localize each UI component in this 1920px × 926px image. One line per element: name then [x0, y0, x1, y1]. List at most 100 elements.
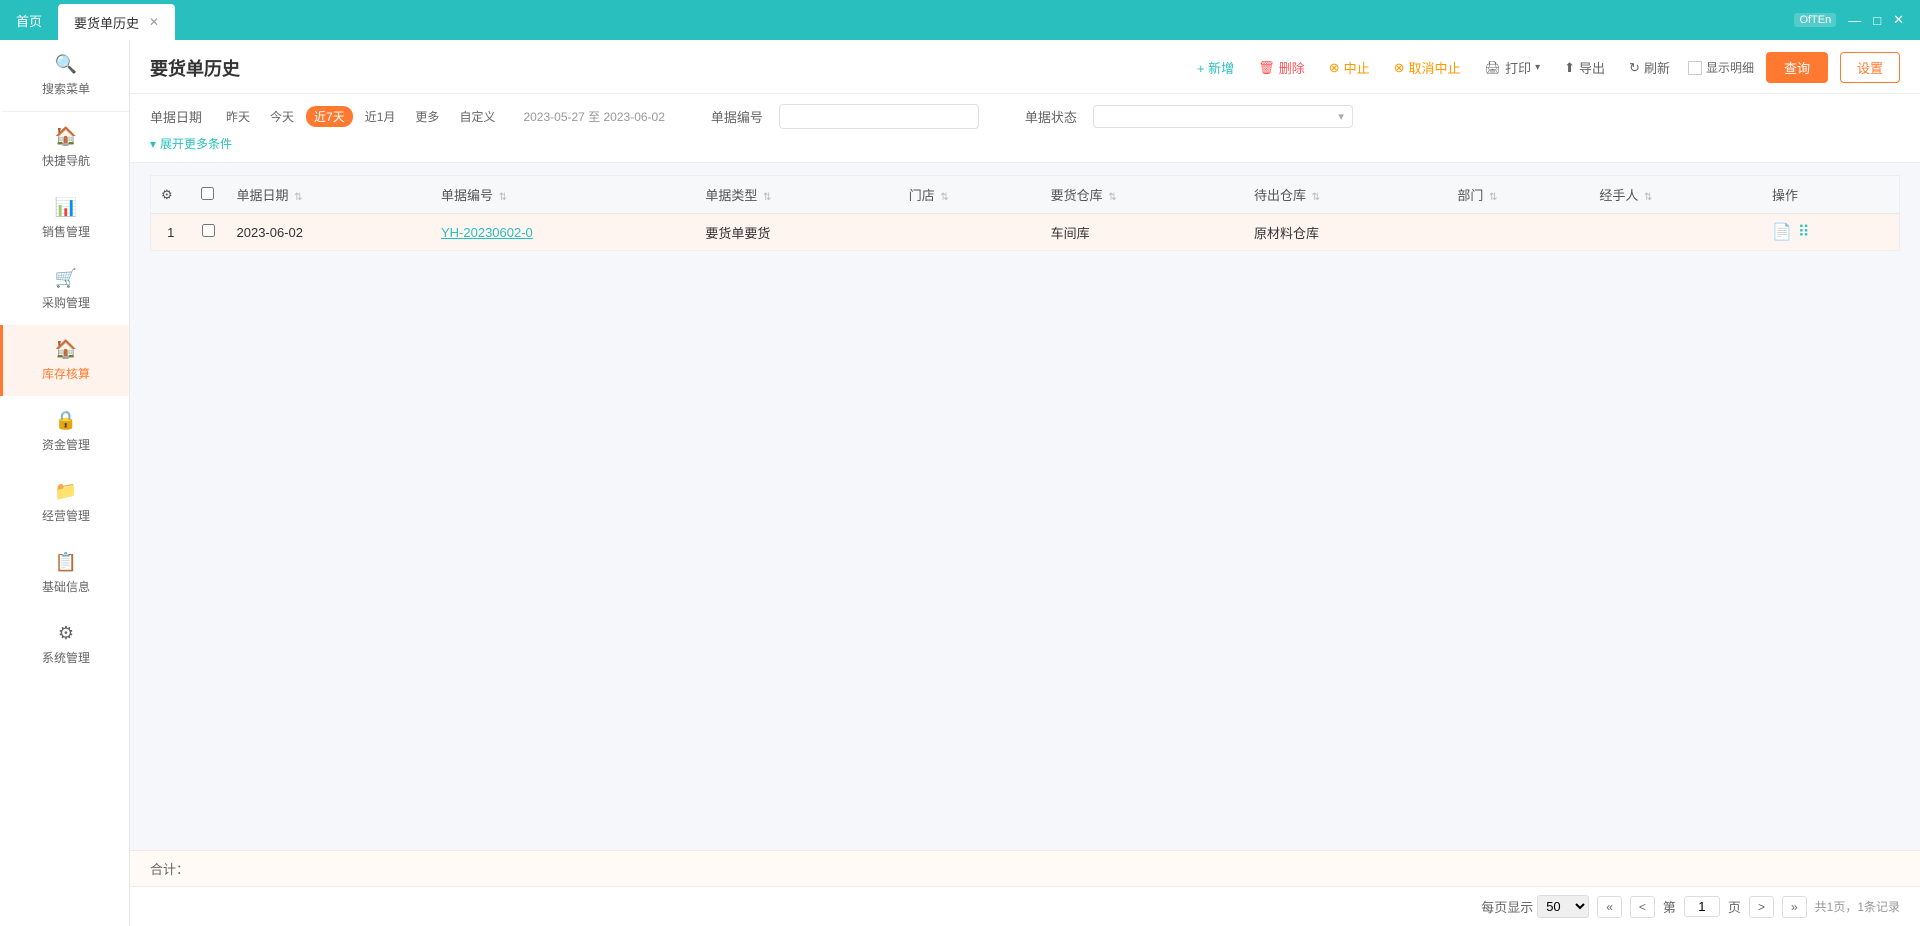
td-action: 📄 ⠿	[1762, 214, 1900, 251]
refresh-button[interactable]: ↻ 刷新	[1623, 54, 1676, 81]
expand-more-btn[interactable]: ▾ 展开更多条件	[150, 135, 1900, 152]
inventory-icon: 🏠	[55, 339, 77, 360]
finance-icon: 🔒	[55, 410, 77, 431]
page-input[interactable]	[1684, 896, 1720, 917]
sidebar-label-operations: 经营管理	[42, 507, 90, 524]
top-bar-right: OfTEn — □ ✕	[1794, 12, 1920, 28]
sidebar-item-finance[interactable]: 🔒 资金管理	[0, 396, 129, 467]
main-content: 要货单历史 + 新增 🗑 删除 ⊗ 中止 ⊗ 取消中止 🖨	[130, 40, 1920, 926]
page-size-wrap: 每页显示 20 50 100	[1481, 895, 1589, 918]
th-dept: 部门 ⇅	[1447, 176, 1589, 214]
doc-no-link[interactable]: YH-20230602-0	[441, 225, 533, 240]
sidebar-label-sales: 销售管理	[42, 223, 90, 240]
page-size-select[interactable]: 20 50 100	[1537, 895, 1589, 918]
expand-more-label: 展开更多条件	[160, 135, 232, 152]
delete-button[interactable]: 🗑 删除	[1252, 54, 1311, 81]
sidebar-item-quicknav[interactable]: 🏠 快捷导航	[0, 112, 129, 183]
table-row: 1 2023-06-02 YH-20230602-0 要货单要货 车间库 原材料…	[151, 214, 1900, 251]
tab-requisition-history[interactable]: 要货单历史 ✕	[58, 4, 175, 40]
date-btn-custom[interactable]: 自定义	[451, 106, 503, 127]
window-close-btn[interactable]: ✕	[1893, 12, 1904, 28]
sales-icon: 📊	[55, 197, 77, 218]
td-doc-type: 要货单要货	[695, 214, 898, 251]
last-page-btn[interactable]: »	[1782, 896, 1807, 918]
total-label: 合计：	[150, 862, 189, 877]
sidebar-item-operations[interactable]: 📁 经营管理	[0, 467, 129, 538]
cancel-stop-icon: ⊗	[1394, 60, 1405, 76]
window-maximize-btn[interactable]: □	[1873, 13, 1881, 28]
filter-area: 单据日期 昨天 今天 近7天 近1月 更多 自定义 2023-05-27 至 2…	[130, 94, 1920, 163]
sidebar-item-sales[interactable]: 📊 销售管理	[0, 183, 129, 254]
sort-pendwh-icon[interactable]: ⇅	[1312, 192, 1320, 203]
date-btn-more[interactable]: 更多	[407, 106, 447, 127]
total-info: 共1页，1条记录	[1815, 898, 1900, 915]
sort-doctype-icon[interactable]: ⇅	[763, 192, 771, 203]
tab-list: 首页 要货单历史 ✕	[0, 0, 175, 40]
first-page-btn[interactable]: «	[1597, 896, 1622, 918]
prev-page-btn[interactable]: <	[1630, 896, 1655, 918]
query-button[interactable]: 查询	[1766, 52, 1828, 83]
select-all-checkbox[interactable]	[201, 187, 214, 200]
sidebar-item-basicinfo[interactable]: 📋 基础信息	[0, 538, 129, 609]
th-pending-warehouse: 待出仓库 ⇅	[1244, 176, 1447, 214]
tab-home[interactable]: 首页	[0, 0, 58, 40]
sort-store-icon[interactable]: ⇅	[940, 192, 948, 203]
doc-no-input[interactable]	[779, 104, 979, 129]
cancel-stop-button[interactable]: ⊗ 取消中止	[1388, 54, 1467, 81]
sidebar-item-search[interactable]: 🔍 搜索菜单	[0, 40, 129, 112]
td-dept	[1447, 214, 1589, 251]
edit-icon[interactable]: 📄	[1772, 222, 1792, 242]
sidebar-item-inventory[interactable]: 🏠 库存核算	[0, 325, 129, 396]
sidebar: 🔍 搜索菜单 🏠 快捷导航 📊 销售管理 🛒 采购管理 🏠 库存核算 🔒 资金管…	[0, 40, 130, 926]
sidebar-item-purchase[interactable]: 🛒 采购管理	[0, 254, 129, 325]
th-handler: 经手人 ⇅	[1589, 176, 1762, 214]
date-btn-1month[interactable]: 近1月	[357, 106, 404, 127]
td-idx: 1	[151, 214, 191, 251]
th-action: 操作	[1762, 176, 1900, 214]
more-icon[interactable]: ⠿	[1798, 222, 1810, 242]
table-footer: 合计：	[130, 850, 1920, 886]
filter-row-1: 单据日期 昨天 今天 近7天 近1月 更多 自定义 2023-05-27 至 2…	[150, 104, 1900, 129]
sidebar-item-system[interactable]: ⚙ 系统管理	[0, 609, 129, 680]
row-checkbox[interactable]	[202, 224, 215, 237]
print-button[interactable]: 🖨 打印 ▾	[1479, 54, 1547, 81]
settings-icon[interactable]: ⚙	[161, 187, 173, 202]
detail-label: 显示明细	[1706, 59, 1754, 76]
sidebar-label-quicknav: 快捷导航	[42, 152, 90, 169]
new-button[interactable]: + 新增	[1191, 54, 1240, 81]
th-req-warehouse: 要货仓库 ⇅	[1041, 176, 1244, 214]
stop-icon: ⊗	[1329, 60, 1340, 76]
sort-dept-icon[interactable]: ⇅	[1489, 192, 1497, 203]
date-btn-today[interactable]: 今天	[262, 106, 302, 127]
refresh-icon: ↻	[1629, 60, 1640, 76]
status-select[interactable]	[1102, 109, 1338, 124]
home-icon: 🏠	[55, 126, 77, 147]
page-unit: 页	[1728, 897, 1741, 916]
td-doc-no: YH-20230602-0	[431, 214, 695, 251]
next-page-btn[interactable]: >	[1749, 896, 1774, 918]
sort-reqwh-icon[interactable]: ⇅	[1108, 192, 1116, 203]
top-bar: 首页 要货单历史 ✕ OfTEn — □ ✕	[0, 0, 1920, 40]
date-btn-yesterday[interactable]: 昨天	[218, 106, 258, 127]
detail-checkbox[interactable]	[1688, 61, 1702, 75]
tab-close-icon[interactable]: ✕	[149, 15, 159, 29]
date-filter-label: 单据日期	[150, 107, 202, 126]
sort-handler-icon[interactable]: ⇅	[1644, 192, 1652, 203]
export-button[interactable]: ⬆ 导出	[1558, 54, 1611, 81]
main-layout: 🔍 搜索菜单 🏠 快捷导航 📊 销售管理 🛒 采购管理 🏠 库存核算 🔒 资金管…	[0, 40, 1920, 926]
page-title: 要货单历史	[150, 55, 240, 81]
th-settings: ⚙	[151, 176, 191, 214]
window-minimize-btn[interactable]: —	[1848, 13, 1861, 28]
stop-button[interactable]: ⊗ 中止	[1323, 54, 1376, 81]
print-icon: 🖨	[1485, 60, 1502, 76]
oft-badge: OfTEn	[1794, 13, 1836, 27]
td-req-warehouse: 车间库	[1041, 214, 1244, 251]
page-word: 第	[1663, 897, 1676, 916]
date-btn-7days[interactable]: 近7天	[306, 106, 353, 127]
toggle-detail[interactable]: 显示明细	[1688, 59, 1754, 76]
doc-no-label: 单据编号	[711, 107, 763, 126]
sort-date-icon[interactable]: ⇅	[294, 192, 302, 203]
setting-button[interactable]: 设置	[1840, 52, 1900, 83]
sort-docno-icon[interactable]: ⇅	[499, 192, 507, 203]
date-range-display: 2023-05-27 至 2023-06-02	[523, 108, 664, 125]
